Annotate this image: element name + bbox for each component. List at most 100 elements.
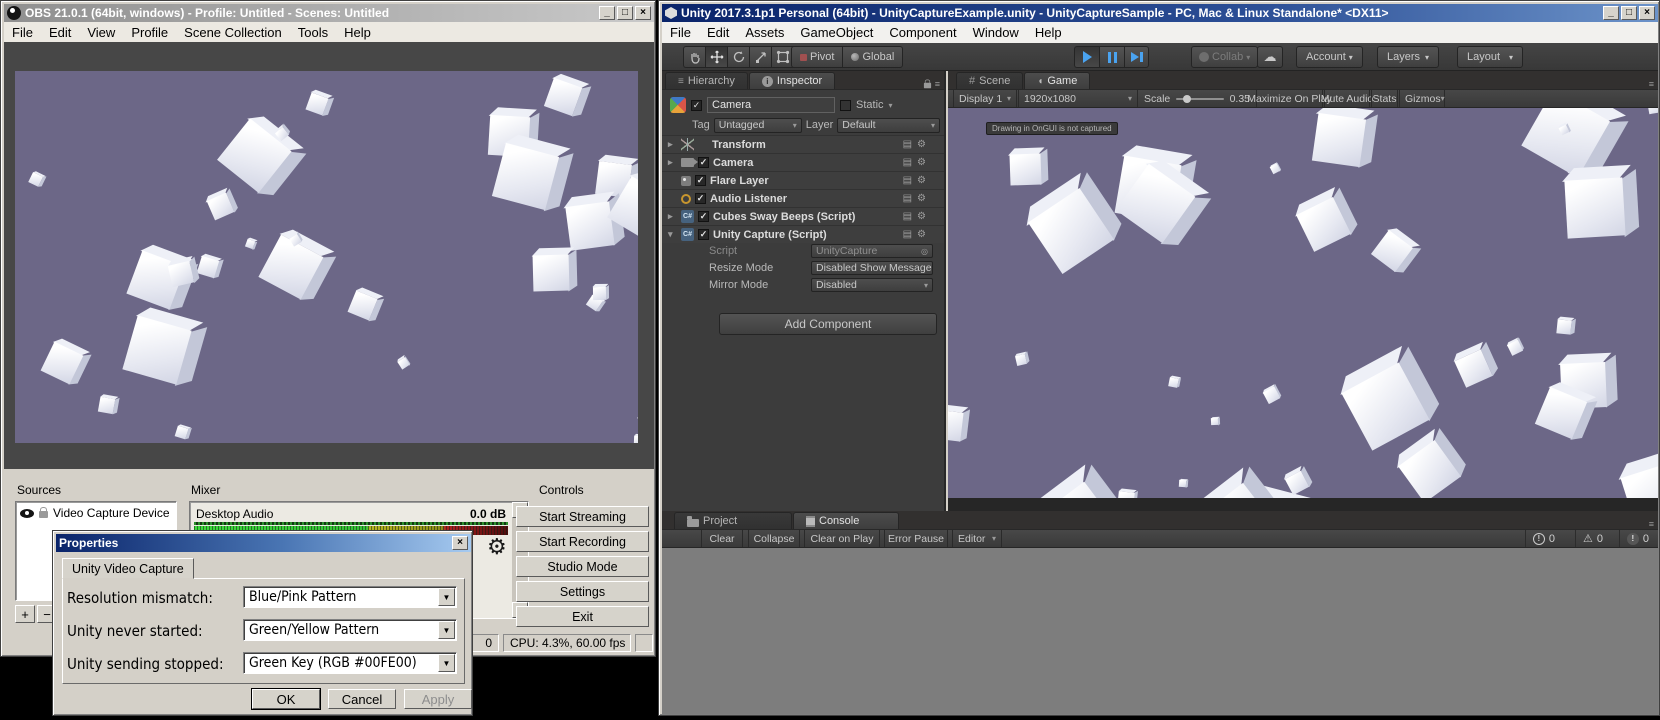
obs-menu-tools[interactable]: Tools (290, 23, 336, 42)
mixer-gear-icon[interactable]: ⚙ (487, 537, 507, 557)
settings-button[interactable]: Settings (516, 581, 649, 602)
tab-console[interactable]: Console (793, 512, 899, 529)
start-recording-button[interactable]: Start Recording (516, 531, 649, 552)
help-book-icon[interactable]: ▤ (903, 139, 912, 150)
gameobject-active-checkbox[interactable]: ✓ (691, 100, 702, 111)
lock-icon[interactable] (39, 511, 48, 518)
move-tool-icon[interactable] (705, 46, 727, 68)
obs-scene-preview[interactable] (15, 71, 638, 443)
component-camera[interactable]: ▸ ✓ Camera ▤⚙ (662, 153, 944, 171)
obs-menu-help[interactable]: Help (336, 23, 379, 42)
minimize-button[interactable]: _ (599, 6, 615, 20)
step-button[interactable] (1124, 46, 1149, 68)
cancel-button[interactable]: Cancel (328, 689, 396, 709)
unity-menu-help[interactable]: Help (1027, 23, 1070, 42)
warning-count-badge[interactable]: ⚠0 (1575, 530, 1610, 547)
help-book-icon[interactable]: ▤ (903, 193, 912, 204)
unity-sending-stopped-select[interactable]: Green Key (RGB #00FE00) ▼ (243, 652, 457, 674)
foldout-icon[interactable]: ▸ (668, 157, 677, 168)
maximize-button[interactable]: □ (1621, 6, 1637, 20)
combo-arrow-icon[interactable]: ▼ (438, 654, 455, 672)
game-viewport[interactable]: Drawing in OnGUI is not captured (948, 108, 1658, 498)
obs-menu-scene-collection[interactable]: Scene Collection (176, 23, 290, 42)
info-count-badge[interactable]: !0 (1525, 530, 1562, 547)
tab-hierarchy[interactable]: ≡Hierarchy (665, 72, 748, 89)
combo-arrow-icon[interactable]: ▼ (438, 621, 455, 639)
editor-dropdown[interactable]: Editor▾ (952, 530, 1002, 547)
foldout-icon[interactable]: ▸ (668, 211, 677, 222)
play-button[interactable] (1074, 46, 1099, 68)
pane-menu-icon[interactable]: ≡ (1649, 79, 1654, 89)
cloud-button[interactable]: ☁ (1257, 46, 1283, 68)
unity-menu-component[interactable]: Component (881, 23, 964, 42)
minimize-button[interactable]: _ (1603, 6, 1619, 20)
pane-menu-icon[interactable]: ≡ (935, 79, 940, 89)
component-unity-capture[interactable]: ▾ C# ✓ Unity Capture (Script) ▤⚙ (662, 225, 944, 243)
close-icon[interactable]: × (452, 536, 468, 550)
resolution-mismatch-select[interactable]: Blue/Pink Pattern ▼ (243, 586, 457, 608)
status-resize-grip[interactable] (635, 634, 653, 652)
component-enabled-checkbox[interactable]: ✓ (698, 157, 709, 168)
tab-scene[interactable]: #Scene (956, 72, 1023, 89)
component-enabled-checkbox[interactable]: ✓ (698, 211, 709, 222)
ok-button[interactable]: OK (252, 689, 320, 709)
source-list-item[interactable]: Video Capture Device (16, 502, 176, 524)
console-log-area[interactable] (662, 548, 1658, 714)
component-gear-icon[interactable]: ⚙ (917, 139, 926, 150)
unity-menu-assets[interactable]: Assets (737, 23, 792, 42)
collab-dropdown[interactable]: Collab▾ (1191, 46, 1258, 68)
unity-menu-gameobject[interactable]: GameObject (792, 23, 881, 42)
help-book-icon[interactable]: ▤ (903, 211, 912, 222)
obs-titlebar[interactable]: OBS 21.0.1 (64bit, windows) - Profile: U… (4, 4, 654, 22)
error-pause-toggle[interactable]: Error Pause (884, 530, 948, 547)
component-audio-listener[interactable]: ✓ Audio Listener ▤⚙ (662, 189, 944, 207)
component-flare-layer[interactable]: ✓ Flare Layer ▤⚙ (662, 171, 944, 189)
obs-menu-view[interactable]: View (79, 23, 123, 42)
tag-dropdown[interactable]: Untagged▾ (714, 118, 802, 133)
component-cubes-sway-beeps[interactable]: ▸ C# ✓ Cubes Sway Beeps (Script) ▤⚙ (662, 207, 944, 225)
component-transform[interactable]: ▸ Transform ▤⚙ (662, 135, 944, 153)
pivot-toggle[interactable]: Pivot (791, 46, 842, 68)
component-enabled-checkbox[interactable]: ✓ (695, 193, 706, 204)
unity-never-started-select[interactable]: Green/Yellow Pattern ▼ (243, 619, 457, 641)
close-button[interactable]: × (1639, 6, 1655, 20)
studio-mode-button[interactable]: Studio Mode (516, 556, 649, 577)
tab-project[interactable]: Project (674, 512, 792, 529)
component-enabled-checkbox[interactable]: ✓ (695, 175, 706, 186)
start-streaming-button[interactable]: Start Streaming (516, 506, 649, 527)
stats-toggle[interactable]: Stats (1371, 90, 1398, 107)
add-source-button[interactable]: + (15, 605, 35, 623)
component-gear-icon[interactable]: ⚙ (917, 157, 926, 168)
mirror-mode-dropdown[interactable]: Disabled▾ (811, 278, 933, 292)
apply-button[interactable]: Apply (404, 689, 472, 709)
combo-arrow-icon[interactable]: ▼ (438, 588, 455, 606)
visibility-eye-icon[interactable] (20, 509, 34, 518)
dialog-titlebar[interactable]: Properties × (56, 534, 471, 552)
static-dropdown-icon[interactable]: ▾ (889, 101, 893, 110)
clear-on-play-toggle[interactable]: Clear on Play (804, 530, 880, 547)
component-gear-icon[interactable]: ⚙ (917, 211, 926, 222)
exit-button[interactable]: Exit (516, 606, 649, 627)
account-dropdown[interactable]: Account▾ (1296, 46, 1363, 68)
layer-dropdown[interactable]: Default▾ (837, 118, 940, 133)
obs-menu-profile[interactable]: Profile (123, 23, 176, 42)
obs-menu-file[interactable]: File (4, 23, 41, 42)
unity-menu-edit[interactable]: Edit (699, 23, 737, 42)
resolution-dropdown[interactable]: 1920x1080▾ (1018, 90, 1138, 107)
maximize-button[interactable]: □ (617, 6, 633, 20)
mute-audio-toggle[interactable]: Mute Audio (1324, 90, 1370, 107)
gameobject-name-field[interactable]: Camera (707, 97, 835, 113)
display-dropdown[interactable]: Display 1▾ (953, 90, 1017, 107)
tab-inspector[interactable]: iInspector (749, 72, 835, 89)
source-item-label[interactable]: Video Capture Device (53, 506, 170, 520)
pane-menu-icon[interactable]: ≡ (1649, 519, 1654, 529)
inspector-lock-icon[interactable] (924, 83, 931, 89)
foldout-icon[interactable]: ▸ (668, 139, 677, 150)
scale-slider[interactable] (1176, 98, 1223, 100)
unity-menu-file[interactable]: File (662, 23, 699, 42)
gizmos-dropdown[interactable]: Gizmos▾ (1399, 90, 1445, 107)
resize-mode-dropdown[interactable]: Disabled Show Message▾ (811, 261, 933, 275)
hand-tool-icon[interactable] (683, 46, 705, 68)
unity-menu-window[interactable]: Window (965, 23, 1027, 42)
pause-button[interactable] (1099, 46, 1124, 68)
